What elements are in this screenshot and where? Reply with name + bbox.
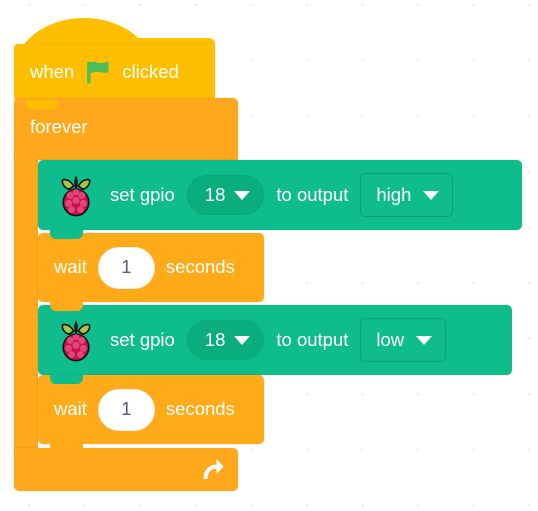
- forever-inner-notch: [40, 448, 73, 457]
- to-output-label-1: to output: [276, 183, 349, 205]
- raspberry-pi-icon: [61, 175, 91, 217]
- gpio-pin-value-2: 18: [204, 328, 226, 350]
- block-bottom-notch: [50, 375, 83, 384]
- wait-seconds-input-2[interactable]: 1: [97, 388, 155, 431]
- gpio-state-value-1: high: [376, 183, 412, 205]
- hat-bottom-notch: [26, 100, 58, 109]
- chevron-down-icon: [423, 190, 440, 200]
- chevron-down-icon: [416, 335, 433, 345]
- seconds-label-2: seconds: [165, 398, 235, 420]
- when-flag-clicked-block[interactable]: when clicked: [14, 18, 215, 101]
- gpio-pin-dropdown-1[interactable]: 18: [186, 175, 265, 215]
- set-gpio-label-1: set gpio: [110, 183, 175, 205]
- block-bottom-notch: [50, 230, 83, 239]
- forever-label: forever: [30, 116, 88, 137]
- wait-seconds-value-2: 1: [121, 398, 132, 420]
- blocks-workspace-canvas[interactable]: when clicked forever set gpio 18 to outp…: [0, 0, 538, 511]
- set-gpio-block-2[interactable]: set gpio 18 to output low: [38, 305, 512, 384]
- forever-block-arm: [14, 154, 38, 452]
- chevron-down-icon: [234, 335, 251, 345]
- wait-seconds-input-1[interactable]: 1: [97, 246, 155, 289]
- when-label: when: [30, 61, 75, 83]
- wait-seconds-value-1: 1: [121, 256, 132, 278]
- wait-label-1: wait: [54, 256, 87, 278]
- set-gpio-block-1[interactable]: set gpio 18 to output high: [38, 160, 522, 239]
- gpio-pin-value-1: 18: [204, 183, 226, 205]
- raspberry-pi-icon: [61, 320, 91, 362]
- wait-label-2: wait: [54, 398, 87, 420]
- seconds-label-1: seconds: [165, 256, 235, 278]
- gpio-state-value-2: low: [376, 328, 405, 350]
- block-bottom-notch: [50, 302, 83, 311]
- gpio-state-dropdown-2[interactable]: low: [360, 318, 447, 362]
- to-output-label-2: to output: [276, 328, 349, 350]
- set-gpio-label-2: set gpio: [110, 328, 175, 350]
- chevron-down-icon: [234, 190, 251, 200]
- loop-arrow-icon: [203, 459, 224, 479]
- gpio-pin-dropdown-2[interactable]: 18: [186, 320, 265, 360]
- green-flag-icon: [87, 61, 109, 84]
- wait-block-2[interactable]: wait 1 seconds: [38, 375, 264, 453]
- gpio-state-dropdown-1[interactable]: high: [360, 173, 454, 217]
- clicked-label: clicked: [122, 61, 179, 83]
- wait-block-1[interactable]: wait 1 seconds: [38, 233, 264, 311]
